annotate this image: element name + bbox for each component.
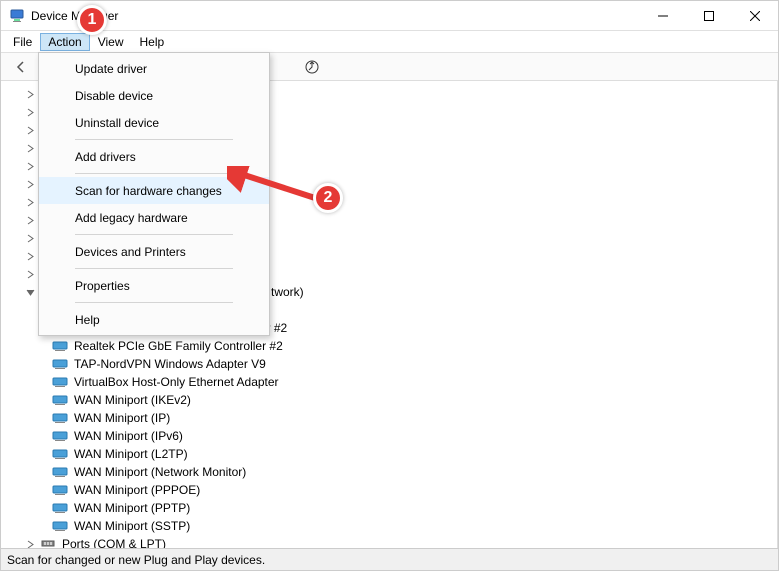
chevron-right-icon[interactable] — [23, 267, 37, 281]
chevron-right-icon[interactable] — [23, 105, 37, 119]
tree-device-label: TAP-NordVPN Windows Adapter V9 — [71, 356, 269, 372]
back-button[interactable] — [9, 56, 33, 78]
menu-devices-and-printers[interactable]: Devices and Printers — [39, 238, 269, 265]
titlebar: Device Manager — [1, 1, 778, 31]
menu-update-driver[interactable]: Update driver — [39, 55, 269, 82]
status-text: Scan for changed or new Plug and Play de… — [7, 553, 265, 567]
menu-view[interactable]: View — [90, 33, 132, 51]
menu-scan-hardware-changes[interactable]: Scan for hardware changes — [39, 177, 269, 204]
chevron-right-icon[interactable] — [23, 87, 37, 101]
network-adapter-icon — [52, 428, 68, 444]
network-adapter-icon — [52, 338, 68, 354]
chevron-right-icon[interactable] — [23, 195, 37, 209]
network-adapter-icon — [52, 518, 68, 534]
tree-device-label: WAN Miniport (IP) — [71, 410, 173, 426]
tree-device-row[interactable]: WAN Miniport (IKEv2) — [1, 391, 777, 409]
window-title: Device Manager — [31, 9, 640, 23]
chevron-right-icon[interactable] — [23, 249, 37, 263]
tree-device-label: WAN Miniport (IPv6) — [71, 428, 186, 444]
tree-device-row[interactable]: VirtualBox Host-Only Ethernet Adapter — [1, 373, 777, 391]
menu-separator — [75, 268, 233, 269]
tree-device-label: VirtualBox Host-Only Ethernet Adapter — [71, 374, 282, 390]
app-icon — [9, 8, 25, 24]
maximize-button[interactable] — [686, 1, 732, 31]
tree-device-row[interactable]: WAN Miniport (Network Monitor) — [1, 463, 777, 481]
close-button[interactable] — [732, 1, 778, 31]
menu-help-item[interactable]: Help — [39, 306, 269, 333]
menubar: File Action View Help Update driver Disa… — [1, 31, 778, 53]
tree-device-row[interactable]: WAN Miniport (SSTP) — [1, 517, 777, 535]
ports-icon — [40, 536, 56, 548]
minimize-button[interactable] — [640, 1, 686, 31]
scan-hardware-icon[interactable] — [300, 56, 324, 78]
network-adapter-icon — [52, 482, 68, 498]
action-dropdown: Update driver Disable device Uninstall d… — [38, 52, 270, 336]
network-adapter-icon — [52, 392, 68, 408]
menu-help[interactable]: Help — [132, 33, 173, 51]
network-adapter-icon — [52, 500, 68, 516]
tree-device-label: WAN Miniport (PPTP) — [71, 500, 193, 516]
network-adapter-icon — [52, 410, 68, 426]
tree-device-row[interactable]: WAN Miniport (PPPOE) — [1, 481, 777, 499]
chevron-right-icon[interactable] — [23, 537, 37, 548]
tree-device-label: WAN Miniport (SSTP) — [71, 518, 193, 534]
menu-file[interactable]: File — [5, 33, 40, 51]
menu-add-drivers[interactable]: Add drivers — [39, 143, 269, 170]
tree-device-row[interactable]: WAN Miniport (IPv6) — [1, 427, 777, 445]
chevron-right-icon[interactable] — [23, 213, 37, 227]
menu-separator — [75, 139, 233, 140]
tree-category-ports[interactable]: Ports (COM & LPT) — [1, 535, 777, 548]
tree-device-row[interactable]: Realtek PCIe GbE Family Controller #2 — [1, 337, 777, 355]
tree-device-label: Realtek PCIe GbE Family Controller #2 — [71, 338, 286, 354]
menu-disable-device[interactable]: Disable device — [39, 82, 269, 109]
chevron-right-icon[interactable] — [23, 141, 37, 155]
tree-device-label: WAN Miniport (L2TP) — [71, 446, 191, 462]
chevron-right-icon[interactable] — [23, 231, 37, 245]
statusbar: Scan for changed or new Plug and Play de… — [1, 548, 778, 570]
chevron-right-icon[interactable] — [23, 123, 37, 137]
tree-device-label: WAN Miniport (Network Monitor) — [71, 464, 249, 480]
chevron-right-icon[interactable] — [23, 159, 37, 173]
chevron-right-icon[interactable] — [23, 177, 37, 191]
tree-device-row[interactable]: WAN Miniport (L2TP) — [1, 445, 777, 463]
menu-separator — [75, 173, 233, 174]
menu-separator — [75, 234, 233, 235]
tree-device-row[interactable]: WAN Miniport (IP) — [1, 409, 777, 427]
chevron-down-icon[interactable] — [23, 285, 37, 299]
callout-1: 1 — [77, 5, 107, 35]
menu-action[interactable]: Action — [40, 33, 89, 51]
network-adapter-icon — [52, 356, 68, 372]
network-adapter-icon — [52, 374, 68, 390]
menu-uninstall-device[interactable]: Uninstall device — [39, 109, 269, 136]
callout-2: 2 — [313, 183, 343, 213]
menu-properties[interactable]: Properties — [39, 272, 269, 299]
tree-device-label: WAN Miniport (IKEv2) — [71, 392, 194, 408]
network-adapter-icon — [52, 464, 68, 480]
tree-category-label: Ports (COM & LPT) — [59, 536, 169, 548]
menu-add-legacy-hardware[interactable]: Add legacy hardware — [39, 204, 269, 231]
tree-device-row[interactable]: WAN Miniport (PPTP) — [1, 499, 777, 517]
tree-device-row[interactable]: TAP-NordVPN Windows Adapter V9 — [1, 355, 777, 373]
tree-device-label: WAN Miniport (PPPOE) — [71, 482, 203, 498]
network-adapter-icon — [52, 446, 68, 462]
menu-separator — [75, 302, 233, 303]
